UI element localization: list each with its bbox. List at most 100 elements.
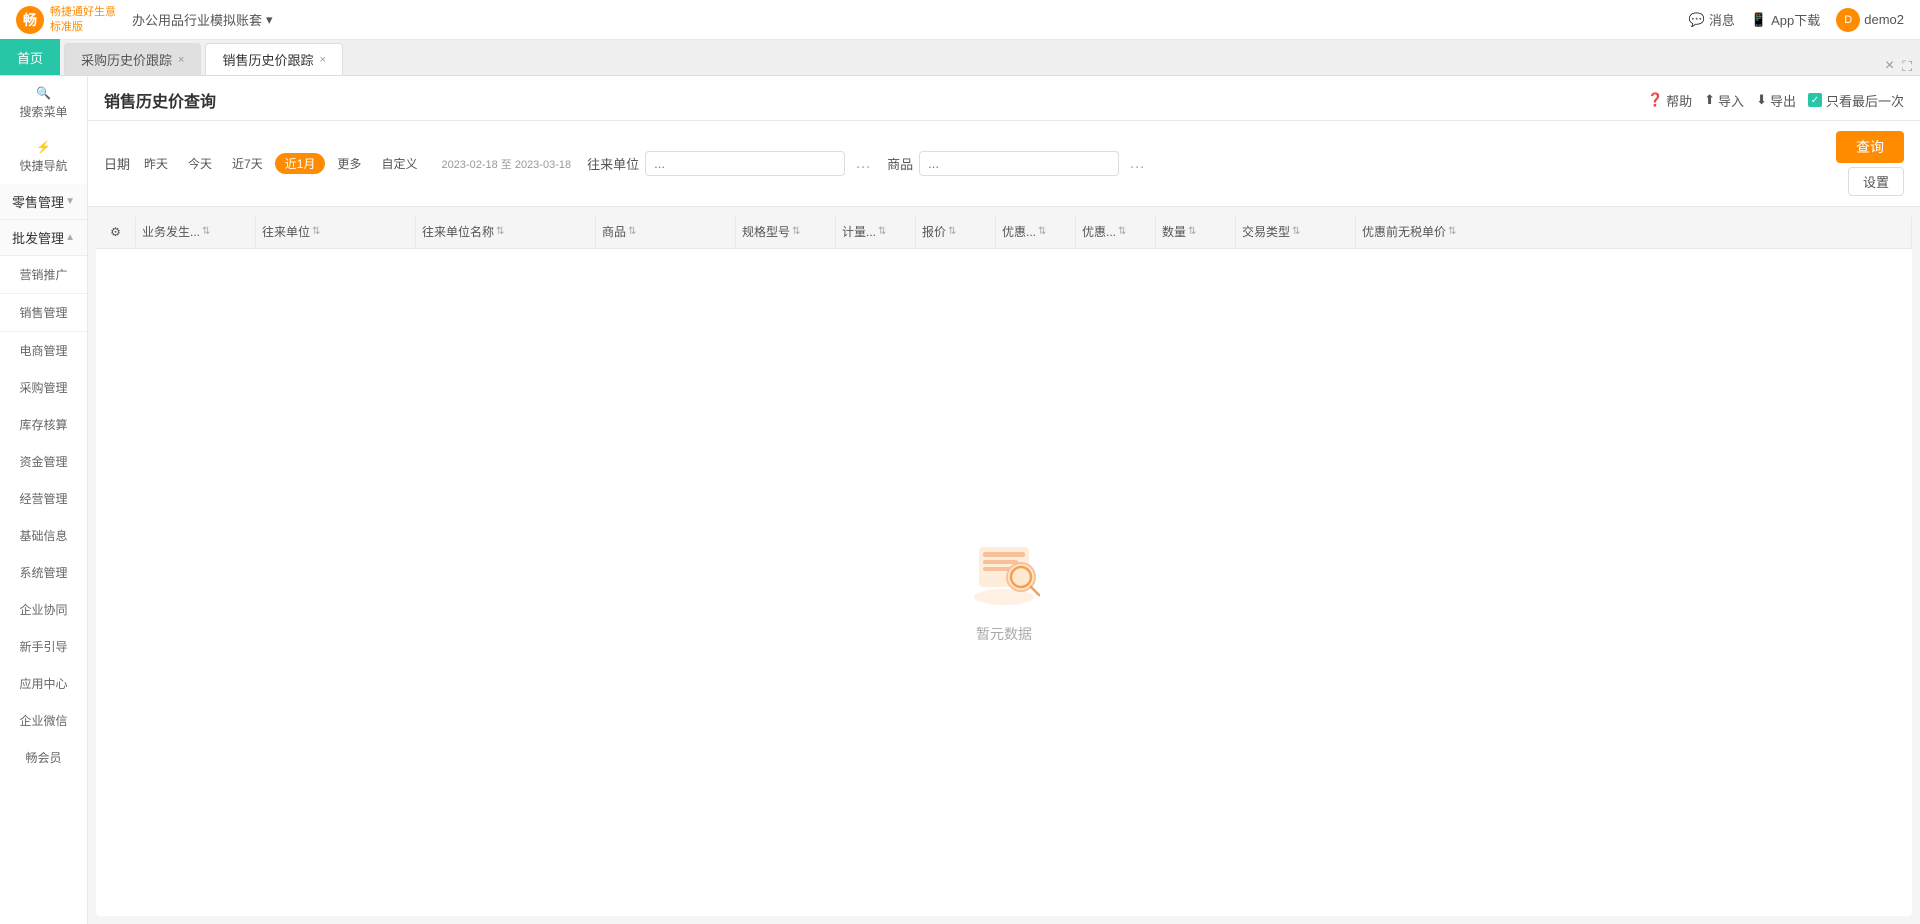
date-btn-last7[interactable]: 近7天 (224, 153, 271, 174)
th-spec[interactable]: 规格型号 ⇅ (736, 215, 836, 248)
sort-spec-icon: ⇅ (792, 226, 800, 237)
empty-illustration (959, 522, 1049, 612)
close-window-icon[interactable]: × (1885, 57, 1894, 75)
query-button[interactable]: 查询 (1836, 131, 1904, 163)
sort-discount2-icon: ⇅ (1118, 226, 1126, 237)
sort-partner-name-icon: ⇅ (496, 226, 504, 237)
th-partner[interactable]: 往来单位 ⇅ (256, 215, 416, 248)
partner-filter-group: 往来单位 … (587, 151, 871, 176)
sidebar-section-wholesale[interactable]: 批发管理 ▲ (0, 220, 87, 256)
chevron-down-icon: ▾ (266, 12, 273, 28)
sort-date-icon: ⇅ (202, 226, 210, 237)
app-download-btn[interactable]: 📱 App下载 (1751, 10, 1820, 29)
table-header: ⚙ 业务发生... ⇅ 往来单位 ⇅ 往来单位名称 ⇅ 商品 ⇅ (96, 215, 1912, 249)
sidebar-item-guide[interactable]: 新手引导 (0, 628, 87, 665)
sidebar-item-sales-mgmt[interactable]: 销售管理 (0, 294, 87, 332)
date-btn-custom[interactable]: 自定义 (373, 153, 425, 174)
top-bar-left: 畅 畅捷通好生意 标准版 办公用品行业模拟账套 ▾ (16, 5, 281, 34)
phone-icon: 📱 (1751, 12, 1767, 28)
quicknav-icon: ⚡ (36, 140, 51, 154)
date-btn-more[interactable]: 更多 (329, 153, 369, 174)
date-range-display: 2023-02-18 至 2023-03-18 (441, 156, 571, 172)
date-btn-yesterday[interactable]: 昨天 (136, 153, 176, 174)
sidebar-item-marketing[interactable]: 营销推广 (0, 256, 87, 294)
chevron-retail-icon: ▼ (65, 196, 75, 207)
app-dropdown[interactable]: 办公用品行业模拟账套 ▾ (124, 10, 281, 29)
search-icon: 🔍 (36, 86, 51, 100)
logo-area: 畅 畅捷通好生意 标准版 (16, 5, 116, 34)
product-dots[interactable]: … (1129, 155, 1145, 173)
tab-home[interactable]: 首页 (0, 39, 60, 75)
user-menu[interactable]: D demo2 (1836, 8, 1904, 32)
sidebar-item-ecom[interactable]: 电商管理 (0, 332, 87, 369)
message-icon: 💬 (1689, 12, 1705, 28)
th-unit[interactable]: 计量... ⇅ (836, 215, 916, 248)
sidebar-item-inventory[interactable]: 库存核算 (0, 406, 87, 443)
sidebar-item-search[interactable]: 🔍 搜索菜单 (0, 76, 87, 130)
tab-bar-controls: × ⛶ (1885, 57, 1920, 75)
tab-purchase[interactable]: 采购历史价跟踪 × (64, 43, 201, 75)
page-header-actions: ❓ 帮助 ⬆ 导入 ⬇ 导出 ✓ 只看最后一次 (1647, 91, 1904, 110)
tab-bar: 首页 采购历史价跟踪 × 销售历史价跟踪 × × ⛶ (0, 40, 1920, 76)
message-btn[interactable]: 💬 消息 (1689, 10, 1735, 29)
page-header: 销售历史价查询 ❓ 帮助 ⬆ 导入 ⬇ 导出 ✓ 只看最后一次 (88, 76, 1920, 121)
setting-button[interactable]: 设置 (1848, 167, 1904, 196)
last-only-checkbox-label[interactable]: ✓ 只看最后一次 (1808, 91, 1904, 110)
th-trade[interactable]: 交易类型 ⇅ (1236, 215, 1356, 248)
th-partner-name[interactable]: 往来单位名称 ⇅ (416, 215, 596, 248)
product-filter-group: 商品 … (887, 151, 1145, 176)
date-btn-1month[interactable]: 近1月 (275, 153, 326, 174)
sidebar-item-finance[interactable]: 资金管理 (0, 443, 87, 480)
date-btn-today[interactable]: 今天 (180, 153, 220, 174)
sidebar-item-vip[interactable]: 畅会员 (0, 739, 87, 776)
content-area: 销售历史价查询 ❓ 帮助 ⬆ 导入 ⬇ 导出 ✓ 只看最后一次 (88, 76, 1920, 924)
product-input[interactable] (919, 151, 1119, 176)
help-btn[interactable]: ❓ 帮助 (1647, 91, 1692, 110)
gear-icon: ⚙ (110, 225, 121, 239)
sidebar-item-base[interactable]: 基础信息 (0, 517, 87, 554)
sidebar-item-appstore[interactable]: 应用中心 (0, 665, 87, 702)
tab-sales-close[interactable]: × (319, 54, 325, 66)
th-product[interactable]: 商品 ⇅ (596, 215, 736, 248)
sidebar-item-purchase[interactable]: 采购管理 (0, 369, 87, 406)
top-bar-right: 💬 消息 📱 App下载 D demo2 (1689, 8, 1904, 32)
sidebar-item-corp[interactable]: 企业协同 (0, 591, 87, 628)
checkbox-checked-icon: ✓ (1808, 93, 1822, 107)
empty-state: 暂元数据 (96, 249, 1912, 916)
sort-price-icon: ⇅ (948, 226, 956, 237)
partner-input[interactable] (645, 151, 845, 176)
date-filter-group: 日期 昨天 今天 近7天 近1月 更多 自定义 (104, 153, 425, 174)
top-bar: 畅 畅捷通好生意 标准版 办公用品行业模拟账套 ▾ 💬 消息 📱 App下载 D… (0, 0, 1920, 40)
sidebar-item-operation[interactable]: 经营管理 (0, 480, 87, 517)
product-label: 商品 (887, 154, 913, 173)
sidebar-item-quicknav[interactable]: ⚡ 快捷导航 (0, 130, 87, 184)
export-btn[interactable]: ⬇ 导出 (1756, 91, 1796, 110)
fullscreen-icon[interactable]: ⛶ (1902, 58, 1912, 75)
th-pretax[interactable]: 优惠前无税单价 ⇅ (1356, 215, 1912, 248)
th-date[interactable]: 业务发生... ⇅ (136, 215, 256, 248)
sidebar-item-system[interactable]: 系统管理 (0, 554, 87, 591)
tab-purchase-close[interactable]: × (178, 54, 184, 66)
date-buttons: 昨天 今天 近7天 近1月 更多 自定义 (136, 153, 425, 174)
th-qty[interactable]: 数量 ⇅ (1156, 215, 1236, 248)
th-price[interactable]: 报价 ⇅ (916, 215, 996, 248)
th-discount1[interactable]: 优惠... ⇅ (996, 215, 1076, 248)
date-label: 日期 (104, 154, 130, 173)
sort-pretax-icon: ⇅ (1448, 226, 1456, 237)
sort-trade-icon: ⇅ (1292, 226, 1300, 237)
table-container: ⚙ 业务发生... ⇅ 往来单位 ⇅ 往来单位名称 ⇅ 商品 ⇅ (96, 215, 1912, 916)
th-gear[interactable]: ⚙ (96, 217, 136, 247)
sidebar-item-corpwx[interactable]: 企业微信 (0, 702, 87, 739)
th-discount2[interactable]: 优惠... ⇅ (1076, 215, 1156, 248)
chevron-wholesale-icon: ▲ (65, 232, 75, 243)
tab-sales[interactable]: 销售历史价跟踪 × (205, 43, 342, 75)
import-btn[interactable]: ⬆ 导入 (1704, 91, 1744, 110)
sort-unit-icon: ⇅ (878, 226, 886, 237)
sidebar-section-retail[interactable]: 零售管理 ▼ (0, 184, 87, 220)
sort-discount1-icon: ⇅ (1038, 226, 1046, 237)
partner-dots[interactable]: … (855, 155, 871, 173)
filter-bar: 日期 昨天 今天 近7天 近1月 更多 自定义 2023-02-18 至 202… (88, 121, 1920, 207)
logo-text: 畅捷通好生意 标准版 (50, 5, 116, 34)
logo-icon: 畅 (16, 6, 44, 34)
sidebar: 🔍 搜索菜单 ⚡ 快捷导航 零售管理 ▼ 批发管理 ▲ 营销推广 销售管理 电商… (0, 76, 88, 924)
